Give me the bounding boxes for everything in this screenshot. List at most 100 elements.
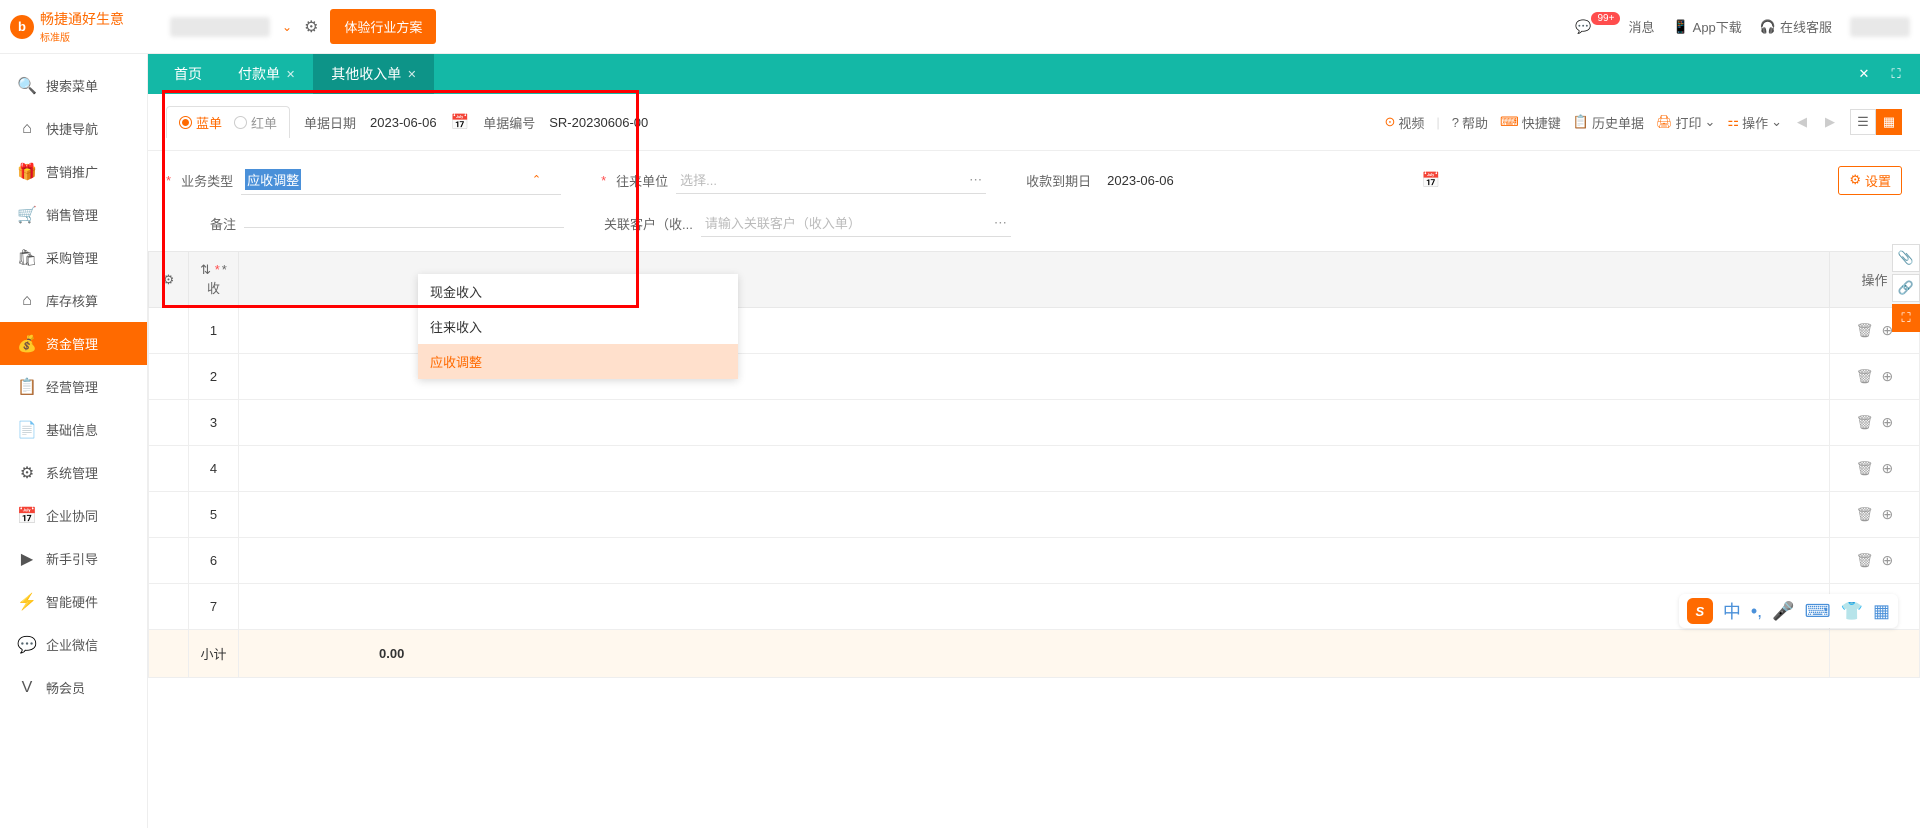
table-gear-header[interactable]: ⚙ [149,252,189,308]
user-blurred[interactable] [1850,17,1910,37]
phone-icon: 📱 [1672,19,1688,35]
copy-icon[interactable]: ⊕ [1882,414,1894,430]
dropdown-item-partner[interactable]: 往来收入 [418,309,738,344]
copy-icon[interactable]: ⊕ [1882,552,1894,568]
ime-mode[interactable]: 中 [1723,598,1741,624]
sidebar-item-sales[interactable]: 🛒销售管理 [0,193,147,236]
delete-icon[interactable]: 🗑 [1856,368,1874,384]
print-button[interactable]: 🖨打印⌄ [1656,113,1715,132]
calendar-icon[interactable]: 📅 [451,113,470,131]
assoc-input[interactable]: 请输入关联客户（收入单） ⋯ [701,209,1011,237]
sidebar-item-system[interactable]: ⚙系统管理 [0,451,147,494]
settings-button[interactable]: ⚙ 设置 [1838,166,1902,195]
card-view-button[interactable]: ▦ [1876,109,1902,135]
vip-icon: V [18,679,36,697]
remark-input[interactable] [244,219,564,228]
print-icon: 🖨 [1656,114,1673,130]
warehouse-icon: ⌂ [18,292,36,310]
sidebar-item-inventory[interactable]: ⌂库存核算 [0,279,147,322]
ime-logo-icon[interactable]: S [1687,598,1713,624]
sidebar-item-operation[interactable]: 📋经营管理 [0,365,147,408]
messages-button[interactable]: 💬 99+ 消息 [1575,17,1654,36]
search-icon: 🔍 [18,77,36,95]
dropdown-item-cash[interactable]: 现金收入 [418,274,738,309]
tab-payment[interactable]: 付款单✕ [220,54,313,94]
copy-icon[interactable]: ⊕ [1882,368,1894,384]
doc-num-label: 单据编号 [483,113,535,132]
radio-blue[interactable]: 蓝单 [179,113,222,132]
ime-mic-icon[interactable]: 🎤 [1772,601,1794,622]
radio-icon [179,116,192,129]
date-label: 单据日期 [304,113,356,132]
dropdown-item-adjust[interactable]: 应收调整 [418,344,738,379]
ime-punct-icon[interactable]: •, [1751,601,1762,622]
delete-icon[interactable]: 🗑 [1856,322,1874,338]
sidebar-item-purchase[interactable]: 🛍采购管理 [0,236,147,279]
next-icon[interactable]: ▶ [1822,114,1838,130]
sidebar-item-guide[interactable]: ▶新手引导 [0,537,147,580]
sidebar-item-basic[interactable]: 📄基础信息 [0,408,147,451]
sidebar-item-wechat[interactable]: 💬企业微信 [0,623,147,666]
ime-skin-icon[interactable]: 👕 [1841,601,1863,622]
calendar-icon[interactable]: 📅 [1422,171,1441,189]
delete-icon[interactable]: 🗑 [1856,506,1874,522]
expand-icon[interactable]: ⛶ [1884,62,1908,86]
side-tool-2[interactable]: 🔗 [1892,274,1920,302]
sidebar-item-funds[interactable]: 💰资金管理 [0,322,147,365]
partner-input[interactable]: 选择... ⋯ [676,166,986,194]
close-icon[interactable]: ✕ [407,68,416,81]
table-row[interactable]: 4🗑⊕ [149,446,1920,492]
biz-type-select[interactable]: 应收调整 ⌃ [241,165,561,195]
sidebar-item-marketing[interactable]: 🎁营销推广 [0,150,147,193]
sidebar-item-search[interactable]: 🔍搜索菜单 [0,64,147,107]
copy-icon[interactable]: ⊕ [1882,506,1894,522]
trial-button[interactable]: 体验行业方案 [330,9,436,44]
delete-icon[interactable]: 🗑 [1856,414,1874,430]
delete-icon[interactable]: 🗑 [1856,460,1874,476]
chevron-down-icon: ⌄ [1705,114,1716,130]
table-row[interactable]: 7🗑⊕ [149,584,1920,630]
prev-icon[interactable]: ◀ [1794,114,1810,130]
shortcut-button[interactable]: ⌨快捷键 [1500,113,1561,132]
list-icon: 📋 [18,378,36,396]
biz-type-field: * 业务类型 应收调整 ⌃ [166,165,561,195]
gear-icon[interactable]: ⚙ [304,17,318,37]
more-icon[interactable]: ⋯ [994,215,1007,231]
copy-icon[interactable]: ⊕ [1882,460,1894,476]
date-value[interactable]: 2023-06-06 [370,115,437,130]
tab-other-income[interactable]: 其他收入单✕ [313,54,434,94]
table-row[interactable]: 3🗑⊕ [149,400,1920,446]
sidebar-item-quicknav[interactable]: ⌂快捷导航 [0,107,147,150]
biz-type-dropdown: 现金收入 往来收入 应收调整 [418,274,738,379]
table-row[interactable]: 6🗑⊕ [149,538,1920,584]
calendar-icon: 📅 [18,507,36,525]
table-sort-header[interactable]: ⇅ **收 [189,252,239,308]
app-download-button[interactable]: 📱 App下载 [1672,17,1741,36]
table-row[interactable]: 5🗑⊕ [149,492,1920,538]
sidebar-item-member[interactable]: V畅会员 [0,666,147,709]
tab-home[interactable]: 首页 [156,54,220,94]
history-button[interactable]: 📋历史单据 [1573,113,1644,132]
chevron-down-icon[interactable]: ⌄ [282,20,292,34]
more-icon[interactable]: ⋯ [969,172,982,188]
help-button[interactable]: ?帮助 [1452,113,1488,132]
side-tools: 📎 🔗 ⛶ [1892,244,1920,332]
ime-keyboard-icon[interactable]: ⌨ [1805,601,1831,622]
logo-subtitle: 标准版 [40,29,124,44]
video-button[interactable]: ⊙视频 [1384,113,1424,132]
side-tool-3[interactable]: ⛶ [1892,304,1920,332]
sidebar-item-hardware[interactable]: ⚡智能硬件 [0,580,147,623]
side-tool-1[interactable]: 📎 [1892,244,1920,272]
list-view-button[interactable]: ☰ [1850,109,1876,135]
support-button[interactable]: 🎧 在线客服 [1760,17,1832,36]
delete-icon[interactable]: 🗑 [1856,552,1874,568]
radio-red[interactable]: 红单 [234,113,277,132]
table-row[interactable]: 1🗑⊕ [149,308,1920,354]
ime-grid-icon[interactable]: ▦ [1873,601,1890,622]
sidebar-item-collab[interactable]: 📅企业协同 [0,494,147,537]
close-icon[interactable]: ✕ [286,68,295,81]
close-all-icon[interactable]: ✕ [1852,62,1876,86]
due-value[interactable]: 2023-06-06 [1107,173,1174,188]
operate-button[interactable]: ⚏操作⌄ [1727,113,1782,132]
table-row[interactable]: 2🗑⊕ [149,354,1920,400]
